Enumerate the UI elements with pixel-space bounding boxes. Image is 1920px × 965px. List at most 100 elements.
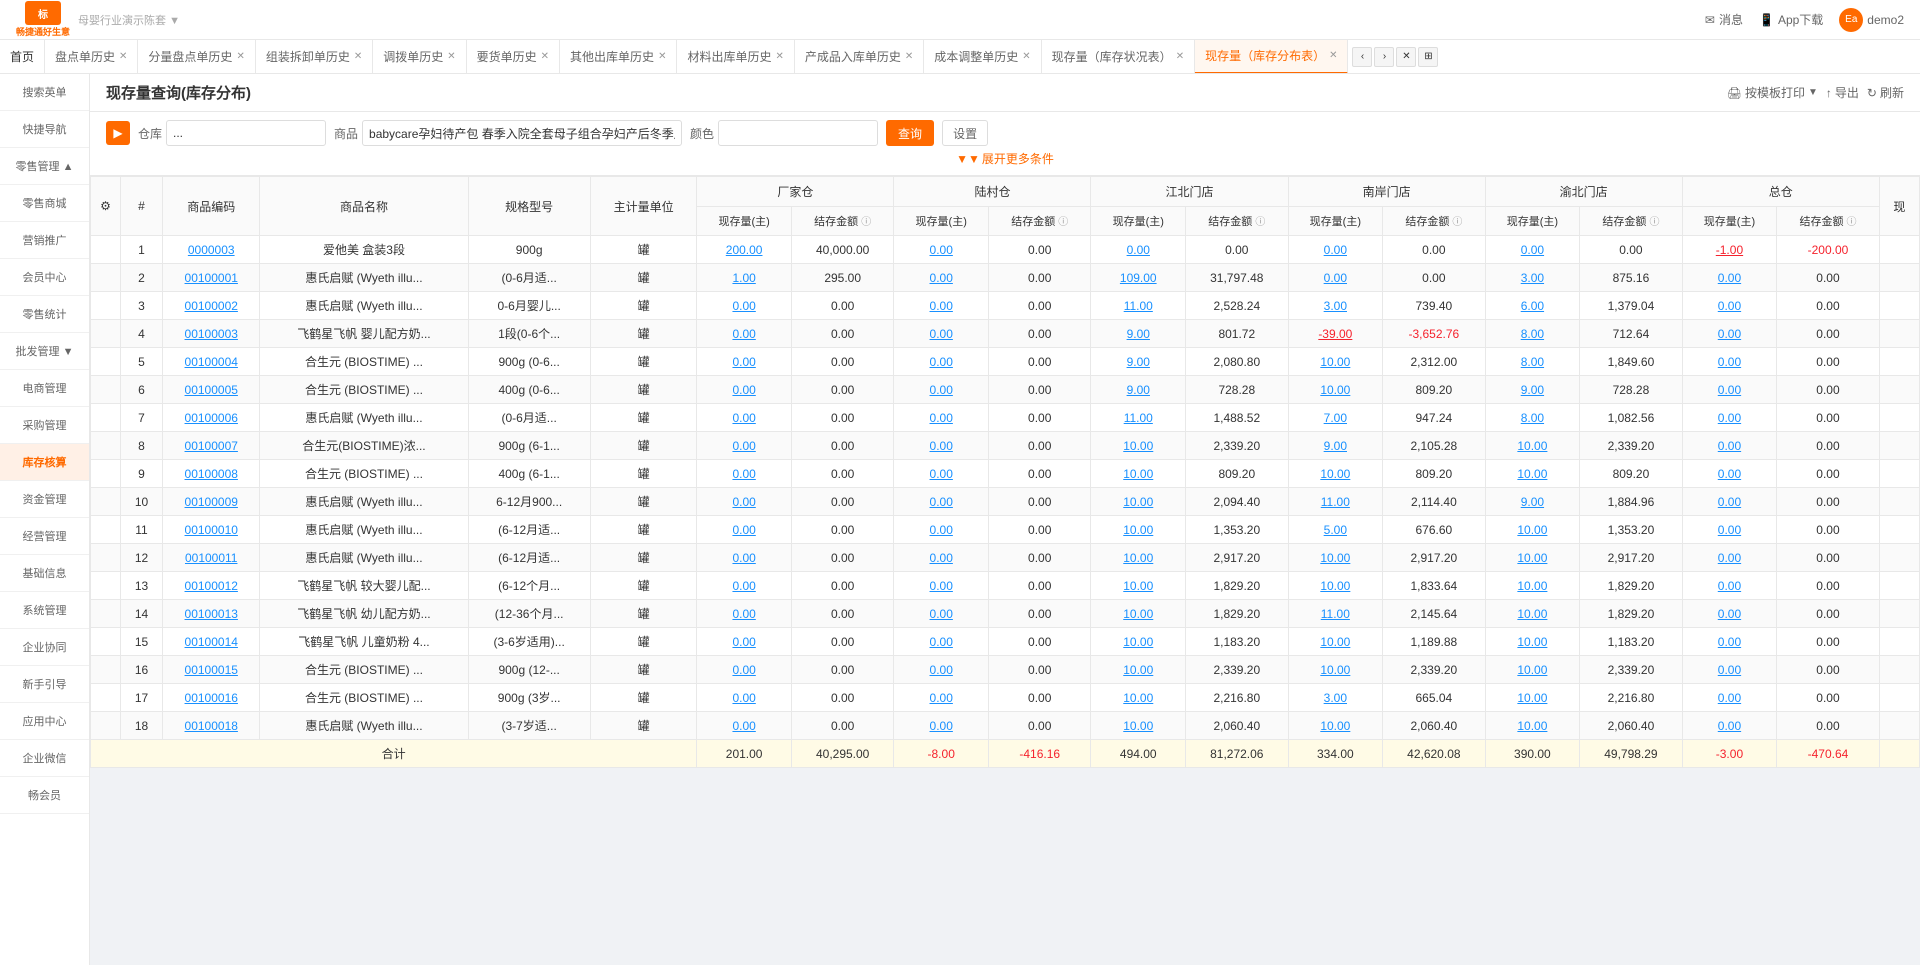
- expand-conditions-btn[interactable]: ▼▼ 展开更多条件: [956, 150, 1054, 167]
- close-tab-1[interactable]: ✕: [119, 51, 127, 62]
- cell-jb-qty[interactable]: 109.00: [1091, 264, 1186, 292]
- cell-l-qty[interactable]: 0.00: [894, 572, 989, 600]
- cell-jb-qty[interactable]: 11.00: [1091, 404, 1186, 432]
- cell-jb-qty[interactable]: 10.00: [1091, 656, 1186, 684]
- cell-f-qty[interactable]: 0.00: [697, 488, 792, 516]
- cell-total-qty[interactable]: 0.00: [1682, 628, 1777, 656]
- tab-5[interactable]: 要货单历史 ✕: [467, 40, 560, 74]
- cell-na-qty[interactable]: -39.00: [1288, 320, 1383, 348]
- cell-jb-qty[interactable]: 10.00: [1091, 572, 1186, 600]
- cell-jb-qty[interactable]: 10.00: [1091, 432, 1186, 460]
- cell-f-qty[interactable]: 0.00: [697, 320, 792, 348]
- cell-l-qty[interactable]: 0.00: [894, 404, 989, 432]
- cell-total-qty[interactable]: 0.00: [1682, 544, 1777, 572]
- cell-yb-qty[interactable]: 3.00: [1485, 264, 1580, 292]
- cell-l-qty[interactable]: 0.00: [894, 292, 989, 320]
- cell-total-qty[interactable]: 0.00: [1682, 516, 1777, 544]
- cell-f-qty[interactable]: 0.00: [697, 684, 792, 712]
- cell-f-qty[interactable]: 0.00: [697, 376, 792, 404]
- user-avatar[interactable]: Ea demo2: [1839, 8, 1904, 32]
- close-tab-3[interactable]: ✕: [354, 51, 362, 62]
- cell-na-qty[interactable]: 3.00: [1288, 684, 1383, 712]
- filter-collapse-btn[interactable]: ▶: [106, 121, 130, 145]
- tab-10[interactable]: 现存量（库存状况表） ✕: [1042, 40, 1195, 74]
- tab-home[interactable]: 首页: [0, 40, 45, 74]
- app-download-btn[interactable]: 📱 App下载: [1759, 11, 1823, 28]
- cell-total-qty[interactable]: 0.00: [1682, 376, 1777, 404]
- sidebar-item-membership[interactable]: 畅会员: [0, 777, 89, 814]
- cell-f-qty[interactable]: 0.00: [697, 516, 792, 544]
- cell-f-qty[interactable]: 200.00: [697, 236, 792, 264]
- cell-code[interactable]: 00100006: [163, 404, 260, 432]
- cell-na-qty[interactable]: 7.00: [1288, 404, 1383, 432]
- cell-total-qty[interactable]: 0.00: [1682, 264, 1777, 292]
- cell-yb-qty[interactable]: 9.00: [1485, 488, 1580, 516]
- cell-na-qty[interactable]: 10.00: [1288, 376, 1383, 404]
- sidebar-item-system[interactable]: 系统管理: [0, 592, 89, 629]
- cell-jb-qty[interactable]: 10.00: [1091, 600, 1186, 628]
- warehouse-input[interactable]: [166, 120, 326, 146]
- sidebar-item-ecommerce[interactable]: 电商管理: [0, 370, 89, 407]
- cell-yb-qty[interactable]: 10.00: [1485, 600, 1580, 628]
- cell-l-qty[interactable]: 0.00: [894, 264, 989, 292]
- cell-jb-qty[interactable]: 9.00: [1091, 348, 1186, 376]
- close-tab-11[interactable]: ✕: [1329, 50, 1337, 61]
- sidebar-item-guide[interactable]: 新手引导: [0, 666, 89, 703]
- cell-yb-qty[interactable]: 10.00: [1485, 460, 1580, 488]
- nav-expand[interactable]: ⊞: [1418, 47, 1438, 67]
- cell-total-qty[interactable]: 0.00: [1682, 460, 1777, 488]
- cell-yb-qty[interactable]: 10.00: [1485, 712, 1580, 740]
- cell-total-qty[interactable]: 0.00: [1682, 292, 1777, 320]
- cell-l-qty[interactable]: 0.00: [894, 544, 989, 572]
- cell-code[interactable]: 00100016: [163, 684, 260, 712]
- cell-jb-qty[interactable]: 0.00: [1091, 236, 1186, 264]
- cell-l-qty[interactable]: 0.00: [894, 460, 989, 488]
- cell-code[interactable]: 00100013: [163, 600, 260, 628]
- cell-yb-qty[interactable]: 10.00: [1485, 628, 1580, 656]
- sidebar-item-finance[interactable]: 资金管理: [0, 481, 89, 518]
- cell-yb-qty[interactable]: 8.00: [1485, 348, 1580, 376]
- cell-jb-qty[interactable]: 10.00: [1091, 684, 1186, 712]
- nav-prev[interactable]: ‹: [1352, 47, 1372, 67]
- cell-total-qty[interactable]: 0.00: [1682, 572, 1777, 600]
- cell-f-qty[interactable]: 0.00: [697, 460, 792, 488]
- cell-yb-qty[interactable]: 9.00: [1485, 376, 1580, 404]
- cell-f-qty[interactable]: 0.00: [697, 348, 792, 376]
- cell-f-qty[interactable]: 0.00: [697, 712, 792, 740]
- cell-na-qty[interactable]: 9.00: [1288, 432, 1383, 460]
- cell-total-qty[interactable]: 0.00: [1682, 656, 1777, 684]
- cell-total-qty[interactable]: -1.00: [1682, 236, 1777, 264]
- tab-9[interactable]: 成本调整单历史 ✕: [924, 40, 1041, 74]
- sidebar-item-retail-mall[interactable]: 零售商城: [0, 185, 89, 222]
- cell-code[interactable]: 00100008: [163, 460, 260, 488]
- cell-yb-qty[interactable]: 8.00: [1485, 404, 1580, 432]
- cell-na-qty[interactable]: 10.00: [1288, 712, 1383, 740]
- cell-code[interactable]: 00100007: [163, 432, 260, 460]
- cell-code[interactable]: 00100015: [163, 656, 260, 684]
- cell-jb-qty[interactable]: 11.00: [1091, 292, 1186, 320]
- cell-l-qty[interactable]: 0.00: [894, 656, 989, 684]
- cell-l-qty[interactable]: 0.00: [894, 376, 989, 404]
- cell-yb-qty[interactable]: 0.00: [1485, 236, 1580, 264]
- cell-na-qty[interactable]: 0.00: [1288, 264, 1383, 292]
- cell-total-qty[interactable]: 0.00: [1682, 432, 1777, 460]
- cell-l-qty[interactable]: 0.00: [894, 600, 989, 628]
- cell-na-qty[interactable]: 10.00: [1288, 460, 1383, 488]
- sidebar-item-purchase[interactable]: 采购管理: [0, 407, 89, 444]
- cell-l-qty[interactable]: 0.00: [894, 432, 989, 460]
- cell-code[interactable]: 00100009: [163, 488, 260, 516]
- cell-yb-qty[interactable]: 10.00: [1485, 572, 1580, 600]
- close-tab-9[interactable]: ✕: [1022, 51, 1030, 62]
- cell-na-qty[interactable]: 5.00: [1288, 516, 1383, 544]
- cell-yb-qty[interactable]: 6.00: [1485, 292, 1580, 320]
- cell-f-qty[interactable]: 0.00: [697, 600, 792, 628]
- cell-code[interactable]: 00100001: [163, 264, 260, 292]
- cell-l-qty[interactable]: 0.00: [894, 488, 989, 516]
- tab-6[interactable]: 其他出库单历史 ✕: [560, 40, 677, 74]
- cell-yb-qty[interactable]: 10.00: [1485, 544, 1580, 572]
- cell-yb-qty[interactable]: 10.00: [1485, 516, 1580, 544]
- cell-jb-qty[interactable]: 10.00: [1091, 460, 1186, 488]
- cell-f-qty[interactable]: 0.00: [697, 544, 792, 572]
- cell-yb-qty[interactable]: 10.00: [1485, 684, 1580, 712]
- cell-jb-qty[interactable]: 10.00: [1091, 628, 1186, 656]
